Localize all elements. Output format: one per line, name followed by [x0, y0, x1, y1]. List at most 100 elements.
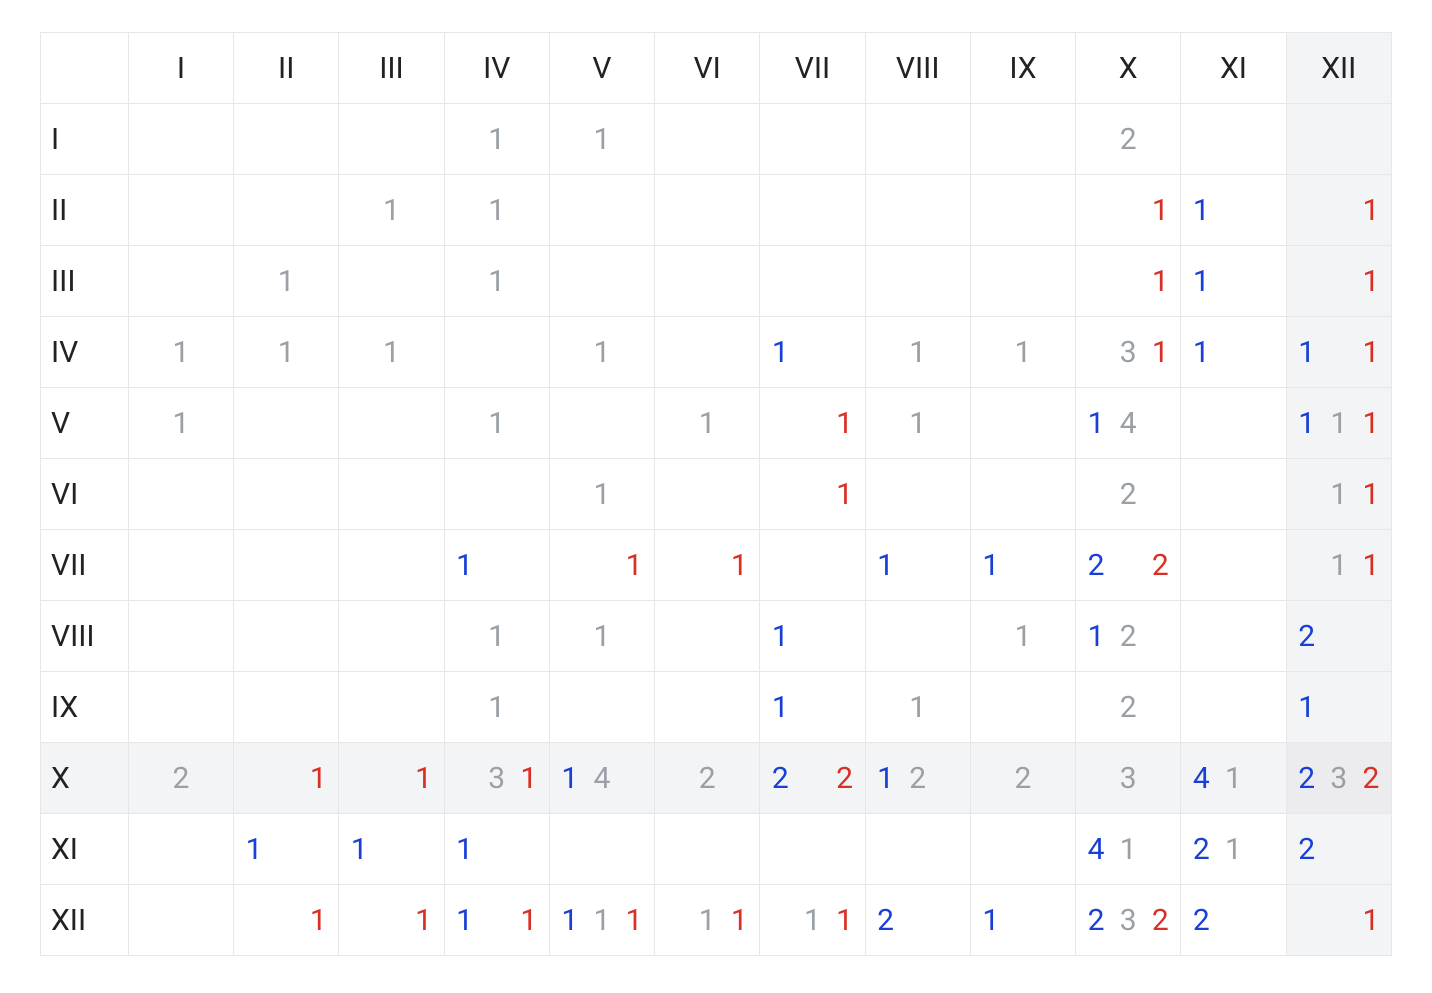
cell: 2: [1286, 601, 1391, 672]
value-grey: 1: [1325, 548, 1353, 583]
cell: 1: [549, 459, 654, 530]
cell: 14: [1076, 388, 1181, 459]
cell: 232: [1076, 885, 1181, 956]
cell: [655, 317, 760, 388]
cell: 1: [234, 885, 339, 956]
cell: [970, 104, 1075, 175]
cell: [1181, 459, 1286, 530]
value-grey: 1: [167, 406, 195, 441]
cell: 1: [865, 672, 970, 743]
value-blue: 2: [872, 903, 900, 938]
value-grey: 1: [1009, 619, 1037, 654]
cell: 111: [1286, 388, 1391, 459]
value-blue: 1: [345, 832, 373, 867]
value-blue: 2: [766, 761, 794, 796]
cell: [655, 601, 760, 672]
value-blue: 1: [1187, 264, 1215, 299]
cell: 41: [1181, 743, 1286, 814]
cell: 1: [444, 530, 549, 601]
cell: 1: [865, 388, 970, 459]
col-header: X: [1076, 33, 1181, 104]
value-red: 1: [725, 548, 753, 583]
cell: [655, 814, 760, 885]
value-red: 2: [1146, 548, 1174, 583]
value-red: 1: [515, 903, 543, 938]
cell: [234, 672, 339, 743]
value-grey: 1: [483, 264, 511, 299]
value-grey: 1: [588, 903, 616, 938]
cell: 1: [1286, 672, 1391, 743]
cell: [655, 246, 760, 317]
cell: 1: [549, 317, 654, 388]
value-red: 1: [304, 903, 332, 938]
cell: 1: [444, 388, 549, 459]
cell: 2: [1076, 672, 1181, 743]
cell: 1: [339, 175, 444, 246]
value-red: 1: [1357, 548, 1385, 583]
cell: [865, 246, 970, 317]
value-grey: 1: [1325, 477, 1353, 512]
value-red: 1: [620, 903, 648, 938]
cell: [760, 814, 865, 885]
value-blue: 1: [766, 690, 794, 725]
cell: 11: [1286, 530, 1391, 601]
value-blue: 1: [1082, 619, 1110, 654]
cell: 1: [970, 885, 1075, 956]
roman-matrix-table: IIIIIIIVVVIVIIVIIIIXXXIXII I112II11111II…: [40, 32, 1392, 956]
cell: 1: [339, 885, 444, 956]
row-header: III: [41, 246, 129, 317]
value-blue: 1: [451, 548, 479, 583]
cell: [865, 459, 970, 530]
cell: 1: [128, 317, 233, 388]
cell: 1: [339, 317, 444, 388]
value-grey: 1: [588, 477, 616, 512]
cell: 41: [1076, 814, 1181, 885]
value-blue: 1: [872, 548, 900, 583]
cell: [655, 175, 760, 246]
value-grey: 1: [483, 193, 511, 228]
cell: [549, 814, 654, 885]
value-blue: 2: [1293, 619, 1321, 654]
cell: [1286, 104, 1391, 175]
col-header: XII: [1286, 33, 1391, 104]
row-header: VII: [41, 530, 129, 601]
row-header: X: [41, 743, 129, 814]
cell: 1: [1286, 246, 1391, 317]
cell: [339, 388, 444, 459]
value-grey: 1: [377, 193, 405, 228]
value-grey: 1: [1009, 335, 1037, 370]
value-red: 1: [515, 761, 543, 796]
value-blue: 1: [240, 832, 268, 867]
cell: [865, 104, 970, 175]
cell: [970, 246, 1075, 317]
value-grey: 1: [904, 690, 932, 725]
cell: [760, 246, 865, 317]
value-blue: 2: [1293, 761, 1321, 796]
cell: 1: [339, 743, 444, 814]
cell: 232: [1286, 743, 1391, 814]
cell: 21: [1181, 814, 1286, 885]
value-blue: 1: [451, 903, 479, 938]
cell: [128, 601, 233, 672]
cell: 11: [1286, 317, 1391, 388]
cell: 2: [128, 743, 233, 814]
cell: [549, 388, 654, 459]
cell: [128, 459, 233, 530]
cell: [234, 459, 339, 530]
cell: 1: [760, 601, 865, 672]
cell: [970, 388, 1075, 459]
cell: [234, 601, 339, 672]
cell: 1: [760, 388, 865, 459]
cell: 14: [549, 743, 654, 814]
value-blue: 2: [1187, 903, 1215, 938]
row-header: IV: [41, 317, 129, 388]
cell: [865, 814, 970, 885]
value-grey: 2: [904, 761, 932, 796]
cell: [970, 814, 1075, 885]
cell: 22: [1076, 530, 1181, 601]
value-blue: 4: [1187, 761, 1215, 796]
cell: 1: [1181, 246, 1286, 317]
value-blue: 1: [451, 832, 479, 867]
cell: 1: [234, 814, 339, 885]
cell: 1: [549, 601, 654, 672]
